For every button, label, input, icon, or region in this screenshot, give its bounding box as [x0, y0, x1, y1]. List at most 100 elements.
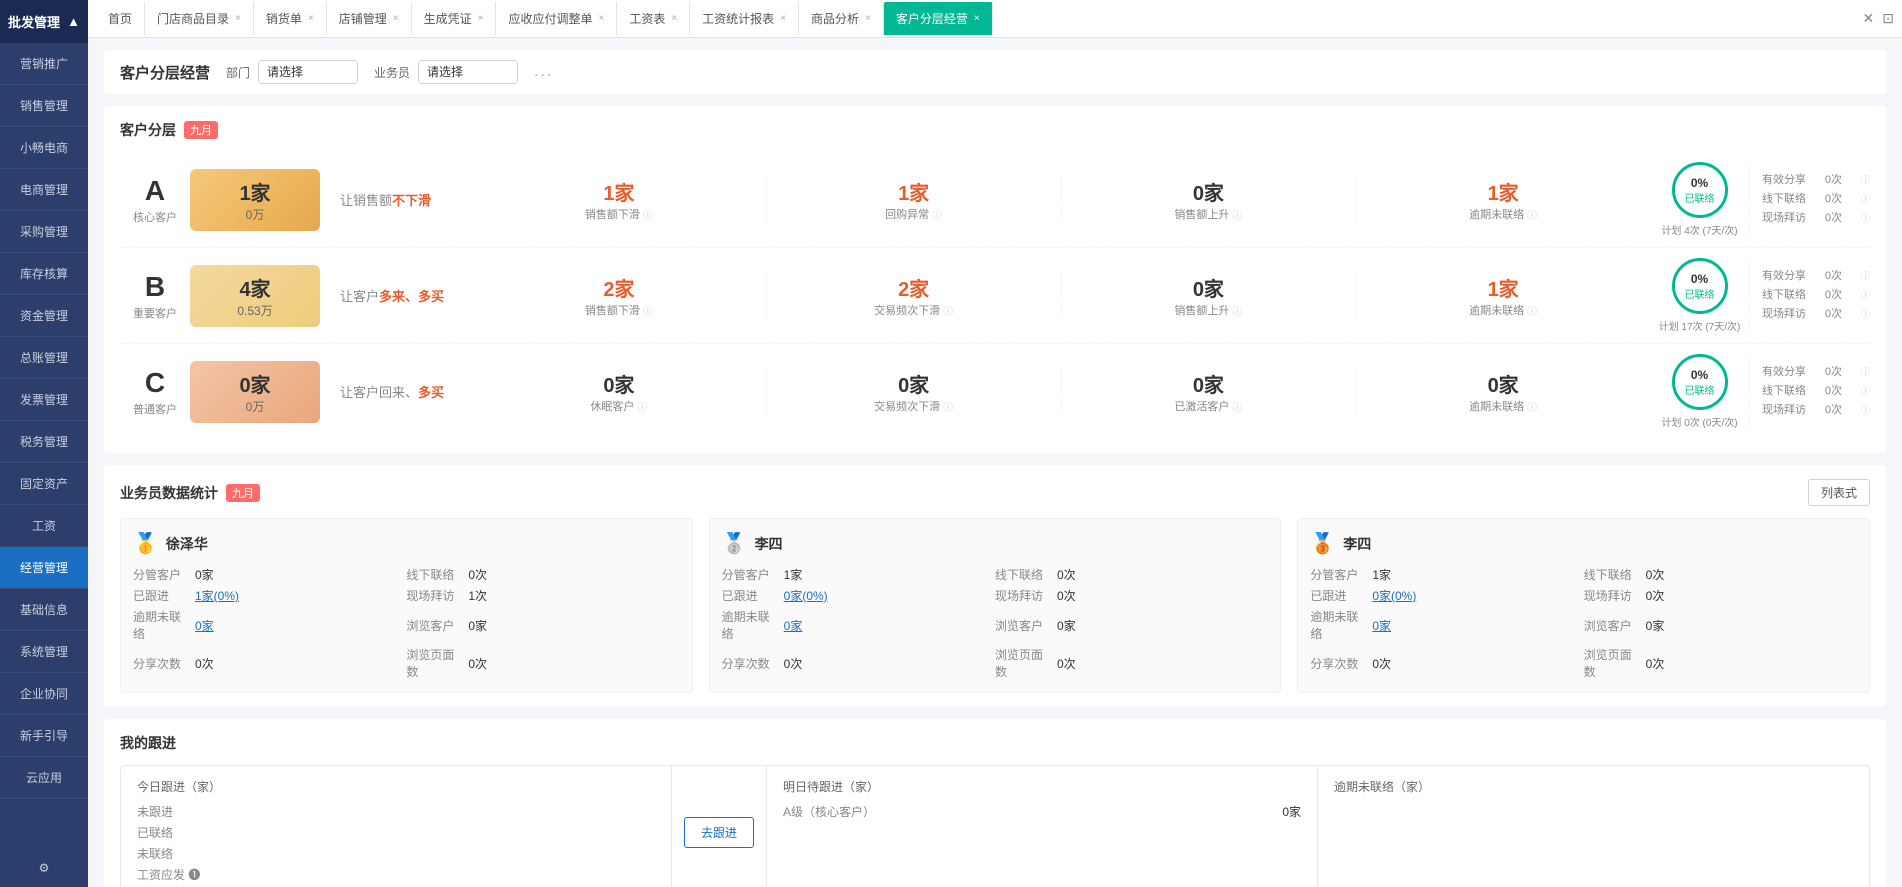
right-stat-label: 线下联络: [1762, 190, 1806, 206]
right-stat-row: 有效分享0次ⓘ: [1762, 363, 1870, 379]
filter-more[interactable]: ...: [534, 63, 553, 81]
tab-close-icon[interactable]: ×: [780, 13, 786, 24]
goto-followup-button[interactable]: 去跟进: [684, 817, 754, 848]
tomorrow-col-title: 明日待跟进（家）: [783, 778, 1301, 795]
right-stat-label: 有效分享: [1762, 267, 1806, 283]
staff-stat-row: 分管客户1家: [1310, 566, 1583, 583]
staff-stat-val[interactable]: 0家: [195, 617, 214, 634]
contact-circle: 0% 已联络: [1672, 258, 1728, 314]
sidebar-top[interactable]: 批发管理 ▲: [0, 0, 88, 43]
close-all-icon[interactable]: ✕: [1863, 10, 1875, 27]
staff-stat-val[interactable]: 0家: [784, 617, 803, 634]
staff-stat-label: 分享次数: [133, 655, 191, 672]
tab-门店商品目录[interactable]: 门店商品目录×: [145, 2, 254, 35]
sidebar-item-新手引导[interactable]: 新手引导: [0, 715, 88, 757]
today-label-1: 未跟进: [137, 803, 173, 820]
staff-stat-label: 线下联络: [1584, 566, 1642, 583]
staff-medal: 🥉: [1310, 531, 1335, 556]
right-stat-row: 有效分享0次ⓘ: [1762, 171, 1870, 187]
customer-section-month: 九月: [184, 121, 218, 139]
staff-stat-label: 浏览客户: [1584, 617, 1642, 634]
customer-section-header: 客户分层 九月: [120, 120, 1870, 140]
maximize-icon[interactable]: ⊡: [1882, 10, 1894, 27]
sidebar-item-工资[interactable]: 工资: [0, 505, 88, 547]
followup-header: 我的跟进: [120, 733, 1870, 753]
staff-stat-row: 逾期未联络0家: [1310, 608, 1583, 642]
staff-stat-val[interactable]: 0家: [1372, 617, 1391, 634]
stat-item: 2家销售额下滑 ⓘ: [472, 273, 767, 318]
sidebar-item-税务管理[interactable]: 税务管理: [0, 421, 88, 463]
tab-店铺管理[interactable]: 店铺管理×: [327, 2, 412, 35]
sidebar-collapse-icon[interactable]: ▲: [67, 14, 80, 29]
today-label-2: 已联络: [137, 824, 173, 841]
page-header: 客户分层经营 部门 请选择 业务员 请选择 ...: [104, 50, 1886, 94]
sidebar-item-企业协同[interactable]: 企业协同: [0, 673, 88, 715]
tab-工资统计报表[interactable]: 工资统计报表×: [690, 2, 799, 35]
tier-label-A: A核心客户: [120, 175, 190, 225]
right-stat-val: 0次: [1825, 209, 1842, 225]
tab-close-icon[interactable]: ×: [865, 13, 871, 24]
tab-close-icon[interactable]: ×: [974, 13, 980, 24]
tab-close-icon[interactable]: ×: [671, 13, 677, 24]
info-icon: ⓘ: [1527, 303, 1537, 318]
tab-close-icon[interactable]: ×: [478, 13, 484, 24]
today-label-4: 工资应发 ❶: [137, 866, 200, 883]
staff-select[interactable]: 请选择: [418, 60, 518, 84]
tab-工资表[interactable]: 工资表×: [617, 2, 690, 35]
sidebar-item-发票管理[interactable]: 发票管理: [0, 379, 88, 421]
tab-close-icon[interactable]: ×: [235, 13, 241, 24]
sidebar-item-电商管理[interactable]: 电商管理: [0, 169, 88, 211]
sidebar-item-总账管理[interactable]: 总账管理: [0, 337, 88, 379]
sidebar-item-小畅电商[interactable]: 小畅电商: [0, 127, 88, 169]
tab-商品分析[interactable]: 商品分析×: [799, 2, 884, 35]
sidebar-item-云应用[interactable]: 云应用: [0, 757, 88, 799]
tab-close-icon[interactable]: ×: [308, 13, 314, 24]
right-stat-val: 0次: [1825, 190, 1842, 206]
right-stat-row: 现场拜访0次ⓘ: [1762, 305, 1870, 321]
contact-tag: 已联络: [1685, 286, 1715, 301]
tab-close-icon[interactable]: ×: [598, 13, 604, 24]
list-view-button[interactable]: 列表式: [1808, 479, 1870, 506]
dept-label: 部门: [226, 64, 250, 81]
tab-生成凭证[interactable]: 生成凭证×: [412, 2, 497, 35]
sidebar-item-基础信息[interactable]: 基础信息: [0, 589, 88, 631]
staff-stat-row: 分管客户0家: [133, 566, 406, 583]
sidebar-item-库存核算[interactable]: 库存核算: [0, 253, 88, 295]
staff-stat-val[interactable]: 0家(0%): [784, 587, 828, 604]
staff-stat-row: 分享次数0次: [133, 646, 406, 680]
sidebar-item-资金管理[interactable]: 资金管理: [0, 295, 88, 337]
staff-stat-val: 0家: [195, 566, 214, 583]
sidebar-item-销售管理[interactable]: 销售管理: [0, 85, 88, 127]
tab-首页[interactable]: 首页: [96, 2, 145, 35]
contact-circle-wrap-B: 0% 已联络 计划 17次 (7天/次): [1650, 258, 1750, 333]
stat-item: 2家交易频次下滑 ⓘ: [767, 273, 1062, 318]
tier-letter: B: [120, 271, 190, 303]
staff-stat-val[interactable]: 0家(0%): [1372, 587, 1416, 604]
staff-stat-label: 已跟进: [722, 587, 780, 604]
tab-close-icon[interactable]: ×: [393, 13, 399, 24]
right-stat-label: 现场拜访: [1762, 209, 1806, 225]
dept-filter-group: 部门 请选择: [226, 60, 358, 84]
staff-stat-label: 现场拜访: [995, 587, 1053, 604]
sidebar-item-经营管理[interactable]: 经营管理: [0, 547, 88, 589]
dept-select[interactable]: 请选择: [258, 60, 358, 84]
sidebar-item-采购管理[interactable]: 采购管理: [0, 211, 88, 253]
staff-stat-label: 浏览页面数: [1584, 646, 1642, 680]
stat-item: 0家销售额上升 ⓘ: [1062, 177, 1357, 222]
stat-label: 销售额上升 ⓘ: [1070, 302, 1348, 318]
tab-bar-actions[interactable]: ✕ ⊡: [1863, 10, 1894, 27]
sidebar-gear[interactable]: ⚙: [0, 849, 88, 887]
staff-stat-val: 0家: [468, 617, 487, 634]
sidebar-item-系统管理[interactable]: 系统管理: [0, 631, 88, 673]
staff-stat-val[interactable]: 1家(0%): [195, 587, 239, 604]
tab-销货单[interactable]: 销货单×: [254, 2, 327, 35]
staff-stat-val: 1家: [784, 566, 803, 583]
stat-num: 0家: [775, 369, 1053, 398]
sidebar-item-固定资产[interactable]: 固定资产: [0, 463, 88, 505]
staff-section-title: 业务员数据统计: [120, 483, 218, 503]
stat-item: 1家逾期未联络 ⓘ: [1356, 177, 1650, 222]
staff-section-month: 九月: [226, 484, 260, 502]
tab-应收应付调整单[interactable]: 应收应付调整单×: [496, 2, 617, 35]
sidebar-item-营销推广[interactable]: 营销推广: [0, 43, 88, 85]
tab-客户分层经营[interactable]: 客户分层经营×: [884, 2, 993, 35]
